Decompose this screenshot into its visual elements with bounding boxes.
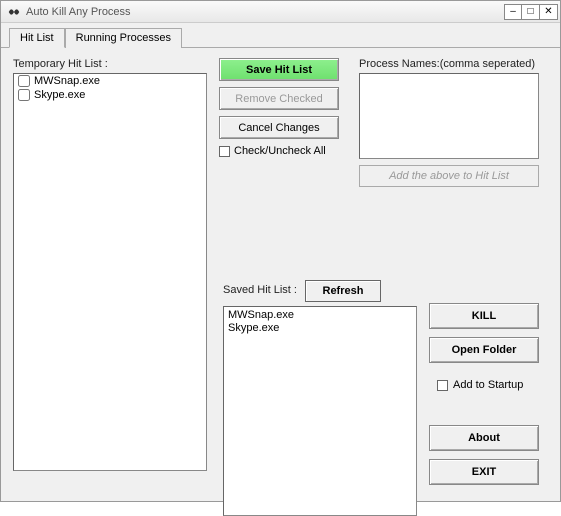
startup-checkbox[interactable] bbox=[437, 380, 448, 391]
tab-bar: Hit List Running Processes bbox=[1, 23, 560, 48]
open-folder-button[interactable]: Open Folder bbox=[429, 337, 539, 363]
saved-hit-list[interactable]: MWSnap.exe Skype.exe bbox=[223, 306, 417, 516]
action-column: KILL Open Folder Add to Startup About EX… bbox=[429, 303, 541, 493]
item-label: MWSnap.exe bbox=[34, 75, 100, 87]
window-title: Auto Kill Any Process bbox=[26, 6, 504, 18]
remove-checked-button[interactable]: Remove Checked bbox=[219, 87, 339, 110]
save-hit-list-button[interactable]: Save Hit List bbox=[219, 58, 339, 81]
temp-list-section: Temporary Hit List : MWSnap.exe Skype.ex… bbox=[13, 58, 207, 471]
tab-hit-list[interactable]: Hit List bbox=[9, 28, 65, 48]
list-item[interactable]: MWSnap.exe bbox=[14, 74, 206, 88]
temp-hit-list[interactable]: MWSnap.exe Skype.exe bbox=[13, 73, 207, 471]
check-all-row[interactable]: Check/Uncheck All bbox=[219, 145, 349, 157]
app-icon bbox=[7, 5, 21, 19]
kill-button[interactable]: KILL bbox=[429, 303, 539, 329]
item-checkbox[interactable] bbox=[18, 89, 30, 101]
tab-content: Temporary Hit List : MWSnap.exe Skype.ex… bbox=[1, 48, 560, 501]
exit-button[interactable]: EXIT bbox=[429, 459, 539, 485]
list-item[interactable]: Skype.exe bbox=[228, 322, 412, 335]
check-all-label: Check/Uncheck All bbox=[234, 145, 326, 157]
list-item[interactable]: Skype.exe bbox=[14, 88, 206, 102]
tab-running-processes[interactable]: Running Processes bbox=[65, 28, 182, 48]
maximize-button[interactable]: □ bbox=[522, 4, 540, 20]
startup-row[interactable]: Add to Startup bbox=[437, 379, 541, 391]
startup-label: Add to Startup bbox=[453, 379, 523, 391]
app-window: Auto Kill Any Process – □ ✕ Hit List Run… bbox=[0, 0, 561, 502]
cancel-changes-button[interactable]: Cancel Changes bbox=[219, 116, 339, 139]
window-controls: – □ ✕ bbox=[504, 4, 558, 20]
refresh-button[interactable]: Refresh bbox=[305, 280, 381, 302]
check-all-checkbox[interactable] bbox=[219, 146, 230, 157]
titlebar: Auto Kill Any Process – □ ✕ bbox=[1, 1, 560, 23]
item-checkbox[interactable] bbox=[18, 75, 30, 87]
add-to-hit-list-button[interactable]: Add the above to Hit List bbox=[359, 165, 539, 187]
process-names-label: Process Names:(comma seperated) bbox=[359, 58, 548, 70]
saved-list-section: Saved Hit List : Refresh MWSnap.exe Skyp… bbox=[223, 280, 417, 516]
saved-list-label: Saved Hit List : bbox=[223, 284, 297, 296]
close-button[interactable]: ✕ bbox=[540, 4, 558, 20]
temp-list-label: Temporary Hit List : bbox=[13, 58, 207, 70]
about-button[interactable]: About bbox=[429, 425, 539, 451]
list-item[interactable]: MWSnap.exe bbox=[228, 309, 412, 322]
minimize-button[interactable]: – bbox=[504, 4, 522, 20]
item-label: Skype.exe bbox=[34, 89, 85, 101]
process-names-input[interactable] bbox=[359, 73, 539, 159]
